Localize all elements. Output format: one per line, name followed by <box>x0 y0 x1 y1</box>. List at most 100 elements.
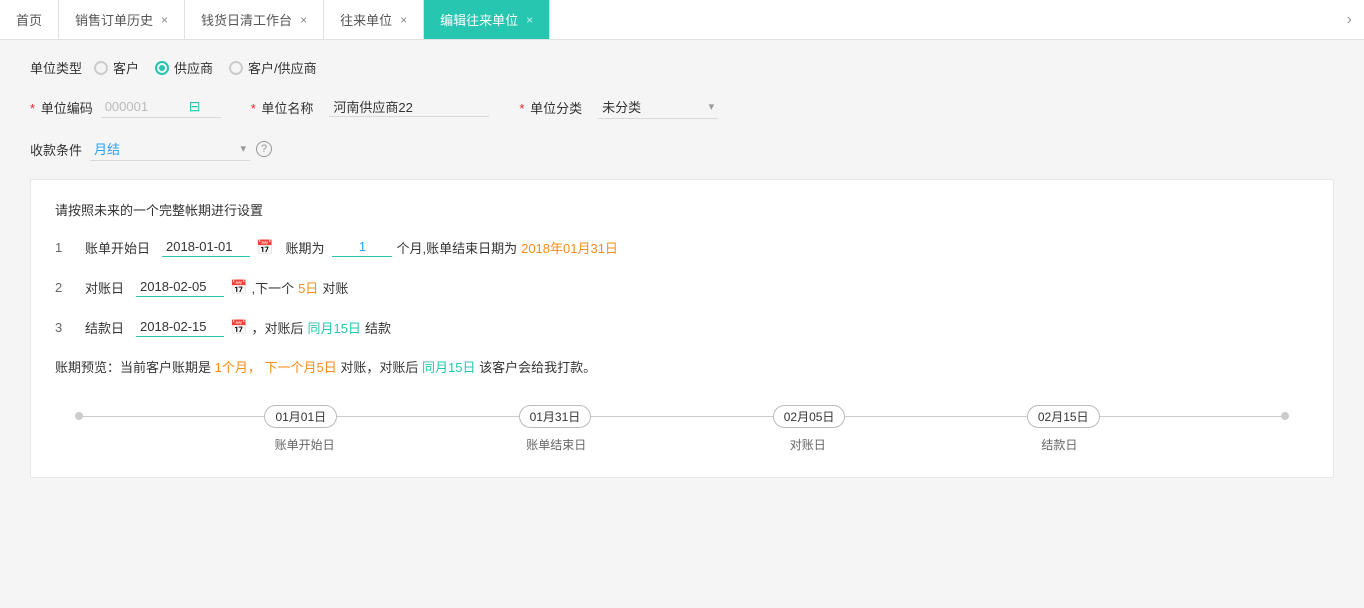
unit-code-label: * 单位编码 <box>30 98 93 117</box>
step-2-suffix-pre: ,下一个 <box>251 278 294 297</box>
unit-name-input[interactable] <box>329 97 489 117</box>
timeline-label-4: 结款日 <box>1029 436 1089 453</box>
payment-terms-row: 收款条件 月结 ▾ ? <box>30 137 1334 161</box>
step-3-suffix-pre: ，对账后 <box>251 318 303 337</box>
panel-description: 请按照未来的一个完整帐期进行设置 <box>55 200 1309 219</box>
unit-category-label: * 单位分类 <box>519 98 582 117</box>
timeline-node-2-bubble: 01月31日 <box>519 405 592 428</box>
unit-type-label: 单位类型 <box>30 58 82 77</box>
step-date-input-1[interactable] <box>162 237 250 257</box>
unit-name-field <box>329 97 489 117</box>
unit-code-copy-icon[interactable]: ⊟ <box>189 98 201 115</box>
radio-supplier-label: 供应商 <box>174 58 213 77</box>
unit-name-star: * <box>251 101 256 116</box>
timeline-node-1: 01月01日 <box>264 405 337 428</box>
unit-info-row: * 单位编码 ⊟ * 单位名称 * 单位分类 未分类 ▾ <box>30 95 1334 119</box>
tab-partner[interactable]: 往来单位 × <box>324 0 424 39</box>
preview-part2: 下一个月5日 <box>265 360 337 375</box>
step-label-3: 结款日 <box>85 318 124 337</box>
timeline-node-1-bubble: 01月01日 <box>264 405 337 428</box>
timeline-node-3: 02月05日 <box>773 405 846 428</box>
unit-name-label: * 单位名称 <box>251 98 314 117</box>
unit-code-star: * <box>30 101 35 116</box>
step-date-input-3[interactable] <box>136 317 224 337</box>
step-date-input-2[interactable] <box>136 277 224 297</box>
step-row-3: 3 结款日 📅 ，对账后 同月15日 结款 <box>55 317 1309 337</box>
step-period-unit: 个月,账单结束日期为 <box>396 238 517 257</box>
radio-both[interactable]: 客户/供应商 <box>229 58 317 77</box>
step-period-input[interactable] <box>332 237 392 257</box>
tabs-bar: 首页 销售订单历史 × 钱货日清工作台 × 往来单位 × 编辑往来单位 × › <box>0 0 1364 40</box>
payment-terms-label: 收款条件 <box>30 140 82 159</box>
timeline-label-3: 对账日 <box>778 436 838 453</box>
step-3-suffix-highlight: 同月15日 <box>307 318 360 337</box>
tab-home-label: 首页 <box>16 10 42 29</box>
tab-partner-label: 往来单位 <box>340 10 392 29</box>
preview-part4: 同月15日 <box>422 360 475 375</box>
step-num-3: 3 <box>55 320 75 335</box>
tab-edit-partner-close[interactable]: × <box>526 14 533 26</box>
step-num-1: 1 <box>55 240 75 255</box>
step-calendar-icon-2[interactable]: 📅 <box>230 279 247 296</box>
timeline-dot-end <box>1281 412 1289 420</box>
tab-edit-partner[interactable]: 编辑往来单位 × <box>424 0 550 39</box>
tab-sales-history-label: 销售订单历史 <box>75 10 153 29</box>
unit-category-star: * <box>519 101 524 116</box>
radio-both-circle <box>229 61 243 75</box>
unit-code-field: ⊟ <box>101 96 221 118</box>
timeline-node-2: 01月31日 <box>519 405 592 428</box>
step-period-end: 2018年01月31日 <box>521 238 618 257</box>
unit-code-input[interactable] <box>105 99 185 114</box>
radio-supplier[interactable]: 供应商 <box>155 58 213 77</box>
tab-cashflow[interactable]: 钱货日清工作台 × <box>185 0 324 39</box>
tab-edit-partner-label: 编辑往来单位 <box>440 10 518 29</box>
unit-category-arrow-icon: ▾ <box>709 100 715 113</box>
step-label-1: 账单开始日 <box>85 238 150 257</box>
timeline-node-4: 02月15日 <box>1027 405 1100 428</box>
timeline-node-3-bubble: 02月05日 <box>773 405 846 428</box>
tab-sales-history-close[interactable]: × <box>161 14 168 26</box>
tab-sales-history[interactable]: 销售订单历史 × <box>59 0 185 39</box>
step-2-suffix-post: 对账 <box>322 278 348 297</box>
tab-partner-close[interactable]: × <box>400 14 407 26</box>
unit-type-row: 单位类型 客户 供应商 客户/供应商 <box>30 58 1334 77</box>
content-area: 单位类型 客户 供应商 客户/供应商 * 单位编码 ⊟ <box>0 40 1364 478</box>
unit-category-select[interactable]: 未分类 ▾ <box>598 95 718 119</box>
radio-customer[interactable]: 客户 <box>94 58 139 77</box>
payment-terms-field: 月结 ▾ ? <box>90 137 272 161</box>
timeline-container: 01月01日 01月31日 02月05日 02月15日 <box>55 396 1309 453</box>
preview-part1: 1个月， <box>215 360 261 375</box>
radio-customer-circle <box>94 61 108 75</box>
timeline-node-4-bubble: 02月15日 <box>1027 405 1100 428</box>
payment-terms-select[interactable]: 月结 ▾ <box>90 137 250 161</box>
unit-category-field: 未分类 ▾ <box>598 95 718 119</box>
timeline-label-2: 账单结束日 <box>526 436 586 453</box>
radio-supplier-circle <box>155 61 169 75</box>
step-2-suffix-highlight: 5日 <box>298 278 318 297</box>
payment-terms-arrow-icon: ▾ <box>240 142 246 155</box>
preview-part5: 该客户会给我打款。 <box>479 360 596 375</box>
step-row-2: 2 对账日 📅 ,下一个 5日 对账 <box>55 277 1309 297</box>
payment-terms-help-icon[interactable]: ? <box>256 141 272 157</box>
preview-label: 账期预览：当前客户账期是 <box>55 360 211 375</box>
step-3-suffix-post: 结款 <box>365 318 391 337</box>
step-row-1: 1 账单开始日 📅 账期为 个月,账单结束日期为 2018年01月31日 <box>55 237 1309 257</box>
radio-customer-label: 客户 <box>113 58 139 77</box>
preview-part3: 对账，对账后 <box>340 360 418 375</box>
unit-category-value: 未分类 <box>602 97 702 116</box>
unit-code-wrap: ⊟ <box>101 96 221 118</box>
preview-text: 账期预览：当前客户账期是 1个月， 下一个月5日 对账，对账后 同月15日 该客… <box>55 357 1309 376</box>
timeline-label-1: 账单开始日 <box>275 436 335 453</box>
payment-terms-value: 月结 <box>94 139 234 158</box>
tab-cashflow-close[interactable]: × <box>300 14 307 26</box>
payment-settings-panel: 请按照未来的一个完整帐期进行设置 1 账单开始日 📅 账期为 个月,账单结束日期… <box>30 179 1334 478</box>
step-label-2: 对账日 <box>85 278 124 297</box>
tab-expand-btn[interactable]: › <box>1335 11 1364 29</box>
tab-cashflow-label: 钱货日清工作台 <box>201 10 292 29</box>
step-calendar-icon-1[interactable]: 📅 <box>256 239 273 256</box>
unit-type-radio-group: 客户 供应商 客户/供应商 <box>94 58 317 77</box>
step-num-2: 2 <box>55 280 75 295</box>
tab-home[interactable]: 首页 <box>0 0 59 39</box>
step-calendar-icon-3[interactable]: 📅 <box>230 319 247 336</box>
radio-both-label: 客户/供应商 <box>248 58 317 77</box>
